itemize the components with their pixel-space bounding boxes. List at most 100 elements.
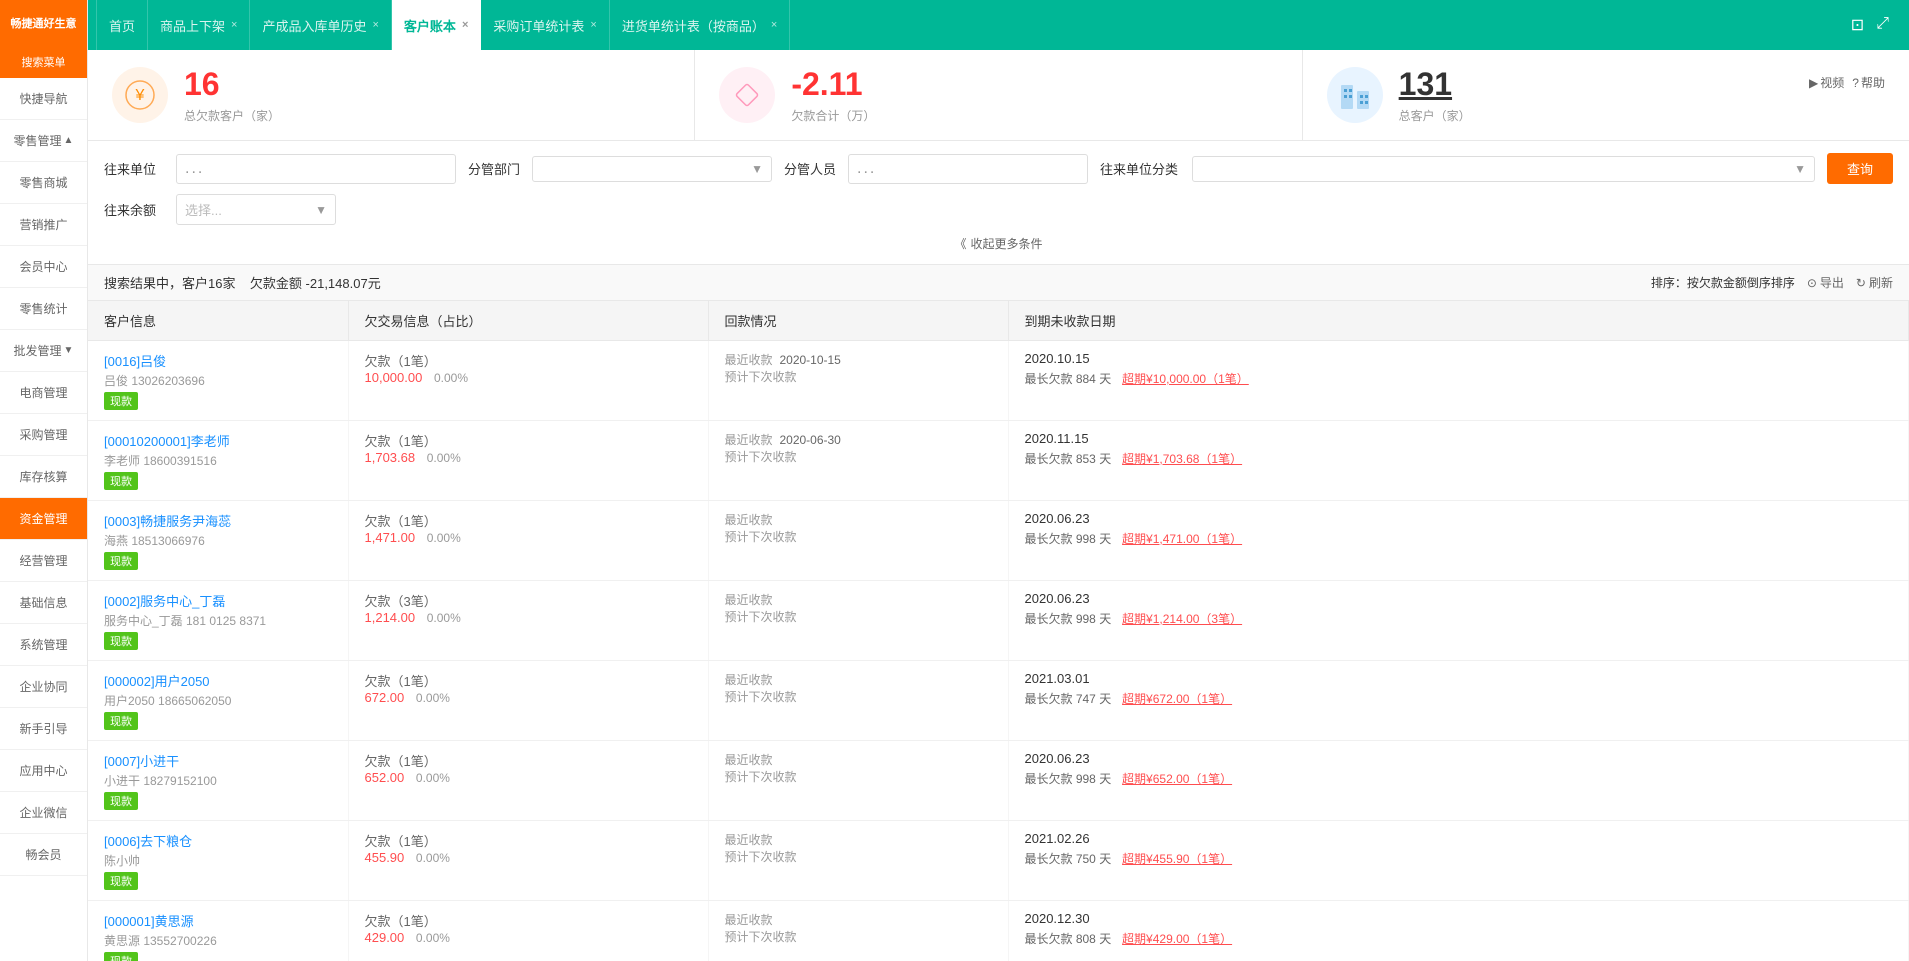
customer-contact: 陈小帅 — [104, 852, 332, 869]
customer-contact: 小进干 18279152100 — [104, 772, 332, 789]
purchase-mgmt-item[interactable]: 采购管理 — [0, 414, 87, 456]
next-label: 预计下次收款 — [725, 928, 992, 945]
customer-name-link[interactable]: [0007]小进干 — [104, 754, 179, 769]
sort-label[interactable]: 排序：按欠款金额倒序排序 — [1651, 274, 1795, 291]
tab-inventory-stat[interactable]: 进货单统计表（按商品） × — [610, 0, 790, 50]
debt-amount[interactable]: 1,471.00 — [365, 530, 416, 545]
dept-select[interactable]: ▼ — [532, 156, 772, 182]
customer-name-link[interactable]: [000001]黄思源 — [104, 914, 194, 929]
basic-info-item[interactable]: 基础信息 — [0, 582, 87, 624]
category-filter-label: 往来单位分类 — [1100, 159, 1180, 178]
retail-mall-item[interactable]: 零售商城 — [0, 162, 87, 204]
help-action[interactable]: ? 帮助 — [1852, 74, 1885, 91]
tab-customer-account[interactable]: 客户账本 × — [392, 0, 481, 50]
tab-home[interactable]: 首页 — [96, 0, 148, 50]
marketing-item[interactable]: 营销推广 — [0, 204, 87, 246]
overdue-amount-link[interactable]: 超期¥1,214.00（3笔） — [1122, 612, 1242, 626]
video-action[interactable]: ▶ 视频 — [1809, 74, 1844, 91]
tab-close-inventory[interactable]: × — [771, 19, 777, 31]
retail-mgmt-arrow: ▲ — [64, 135, 74, 146]
recent-label: 最近收款 — [725, 433, 773, 447]
category-dropdown-arrow: ▼ — [1794, 162, 1806, 176]
person-filter-label: 分管人员 — [784, 159, 836, 178]
overdue-amount-link[interactable]: 超期¥455.90（1笔） — [1122, 852, 1232, 866]
retail-mgmt-item[interactable]: 零售管理 ▲ — [0, 120, 87, 162]
customer-name-link[interactable]: [0006]去下粮仓 — [104, 834, 192, 849]
debt-amount[interactable]: 10,000.00 — [365, 370, 423, 385]
stat-label-amount: 欠款合计（万） — [791, 107, 1277, 124]
overdue-amount-link[interactable]: 超期¥652.00（1笔） — [1122, 772, 1232, 786]
balance-filter-label: 往来余额 — [104, 200, 164, 219]
debt-amount[interactable]: 1,214.00 — [365, 610, 416, 625]
overdue-amount-link[interactable]: 超期¥1,703.68（1笔） — [1122, 452, 1242, 466]
debt-amount[interactable]: 1,703.68 — [365, 450, 416, 465]
window-restore-btn[interactable]: ⊡ — [1847, 15, 1868, 35]
debt-count: 欠款（1笔） — [365, 671, 692, 690]
filter-area: 往来单位 ... 分管部门 ▼ 分管人员 ... 往来单位分类 ▼ — [88, 141, 1909, 265]
table-row: [0002]服务中心_丁磊 服务中心_丁磊 181 0125 8371 现款 欠… — [88, 581, 1909, 661]
app-center-item[interactable]: 应用中心 — [0, 750, 87, 792]
ecommerce-item[interactable]: 电商管理 — [0, 372, 87, 414]
customer-name-link[interactable]: [0002]服务中心_丁磊 — [104, 594, 225, 609]
overdue-days: 最长欠款 853 天 — [1025, 452, 1112, 466]
due-date: 2020.06.23 — [1025, 591, 1893, 606]
collapse-btn[interactable]: 《 收起更多条件 — [104, 235, 1893, 252]
search-button[interactable]: 查询 — [1827, 153, 1893, 184]
customer-input[interactable]: ... — [176, 154, 456, 184]
tab-prod-history[interactable]: 产成品入库单历史 × — [250, 0, 391, 50]
vip-member-item[interactable]: 畅会员 — [0, 834, 87, 876]
debt-amount[interactable]: 455.90 — [365, 850, 405, 865]
quick-nav-item[interactable]: 快捷导航 — [0, 78, 87, 120]
debt-count: 欠款（1笔） — [365, 831, 692, 850]
refresh-btn[interactable]: ↻ 刷新 — [1856, 274, 1893, 291]
tab-purchase-order[interactable]: 采购订单统计表 × — [481, 0, 609, 50]
person-input[interactable]: ... — [848, 154, 1088, 184]
stat-number-total-customers: 131 — [1399, 66, 1793, 103]
tab-products-off[interactable]: 商品上下架 × — [148, 0, 250, 50]
search-menu-item[interactable]: 搜索菜单 — [0, 50, 87, 78]
overdue-amount-link[interactable]: 超期¥1,471.00（1笔） — [1122, 532, 1242, 546]
customer-name-link[interactable]: [000002]用户2050 — [104, 674, 210, 689]
balance-select[interactable]: 选择... ▼ — [176, 194, 336, 225]
overdue-days: 最长欠款 884 天 — [1025, 372, 1112, 386]
next-label: 预计下次收款 — [725, 608, 992, 625]
debt-percent: 0.00% — [416, 851, 450, 865]
overdue-amount-link[interactable]: 超期¥672.00（1笔） — [1122, 692, 1232, 706]
category-select[interactable]: ▼ — [1192, 156, 1815, 182]
operation-item[interactable]: 经营管理 — [0, 540, 87, 582]
window-expand-btn[interactable]: ⤢ — [1872, 15, 1893, 35]
debt-amount[interactable]: 672.00 — [365, 690, 405, 705]
customer-name-link[interactable]: [0003]畅捷服务尹海蕊 — [104, 514, 231, 529]
tab-close-prod-history[interactable]: × — [372, 19, 378, 31]
table-row: [0003]畅捷服务尹海蕊 海燕 18513066976 现款 欠款（1笔） 1… — [88, 501, 1909, 581]
retail-stat-item[interactable]: 零售统计 — [0, 288, 87, 330]
tab-close-customer[interactable]: × — [462, 19, 468, 31]
capital-mgmt-item[interactable]: 资金管理 — [0, 498, 87, 540]
debt-amount[interactable]: 429.00 — [365, 930, 405, 945]
overdue-amount-link[interactable]: 超期¥10,000.00（1笔） — [1122, 372, 1249, 386]
stat-label-overdue-customers: 总欠款客户（家） — [184, 107, 670, 124]
col-recover: 回款情况 — [708, 301, 1008, 341]
tab-close-purchase[interactable]: × — [590, 19, 596, 31]
debt-amount[interactable]: 652.00 — [365, 770, 405, 785]
stat-content-amount: -2.11 欠款合计（万） — [791, 66, 1277, 124]
stat-content-total: 131 总客户（家） — [1399, 66, 1793, 124]
customer-name-link[interactable]: [0016]吕俊 — [104, 354, 166, 369]
batch-mgmt-item[interactable]: 批发管理 ▼ — [0, 330, 87, 372]
debt-count: 欠款（1笔） — [365, 351, 692, 370]
customer-contact: 用户2050 18665062050 — [104, 692, 332, 709]
enterprise-coop-item[interactable]: 企业协同 — [0, 666, 87, 708]
enterprise-wx-item[interactable]: 企业微信 — [0, 792, 87, 834]
sys-mgmt-item[interactable]: 系统管理 — [0, 624, 87, 666]
video-icon: ▶ — [1809, 76, 1818, 90]
next-label: 预计下次收款 — [725, 528, 992, 545]
member-center-item[interactable]: 会员中心 — [0, 246, 87, 288]
new-guide-item[interactable]: 新手引导 — [0, 708, 87, 750]
dept-filter-label: 分管部门 — [468, 159, 520, 178]
payment-tag: 现款 — [104, 712, 138, 730]
tab-close-products[interactable]: × — [231, 19, 237, 31]
inventory-item[interactable]: 库存核算 — [0, 456, 87, 498]
export-btn[interactable]: ⊙ 导出 — [1807, 274, 1844, 291]
overdue-amount-link[interactable]: 超期¥429.00（1笔） — [1122, 932, 1232, 946]
customer-name-link[interactable]: [00010200001]李老师 — [104, 434, 230, 449]
